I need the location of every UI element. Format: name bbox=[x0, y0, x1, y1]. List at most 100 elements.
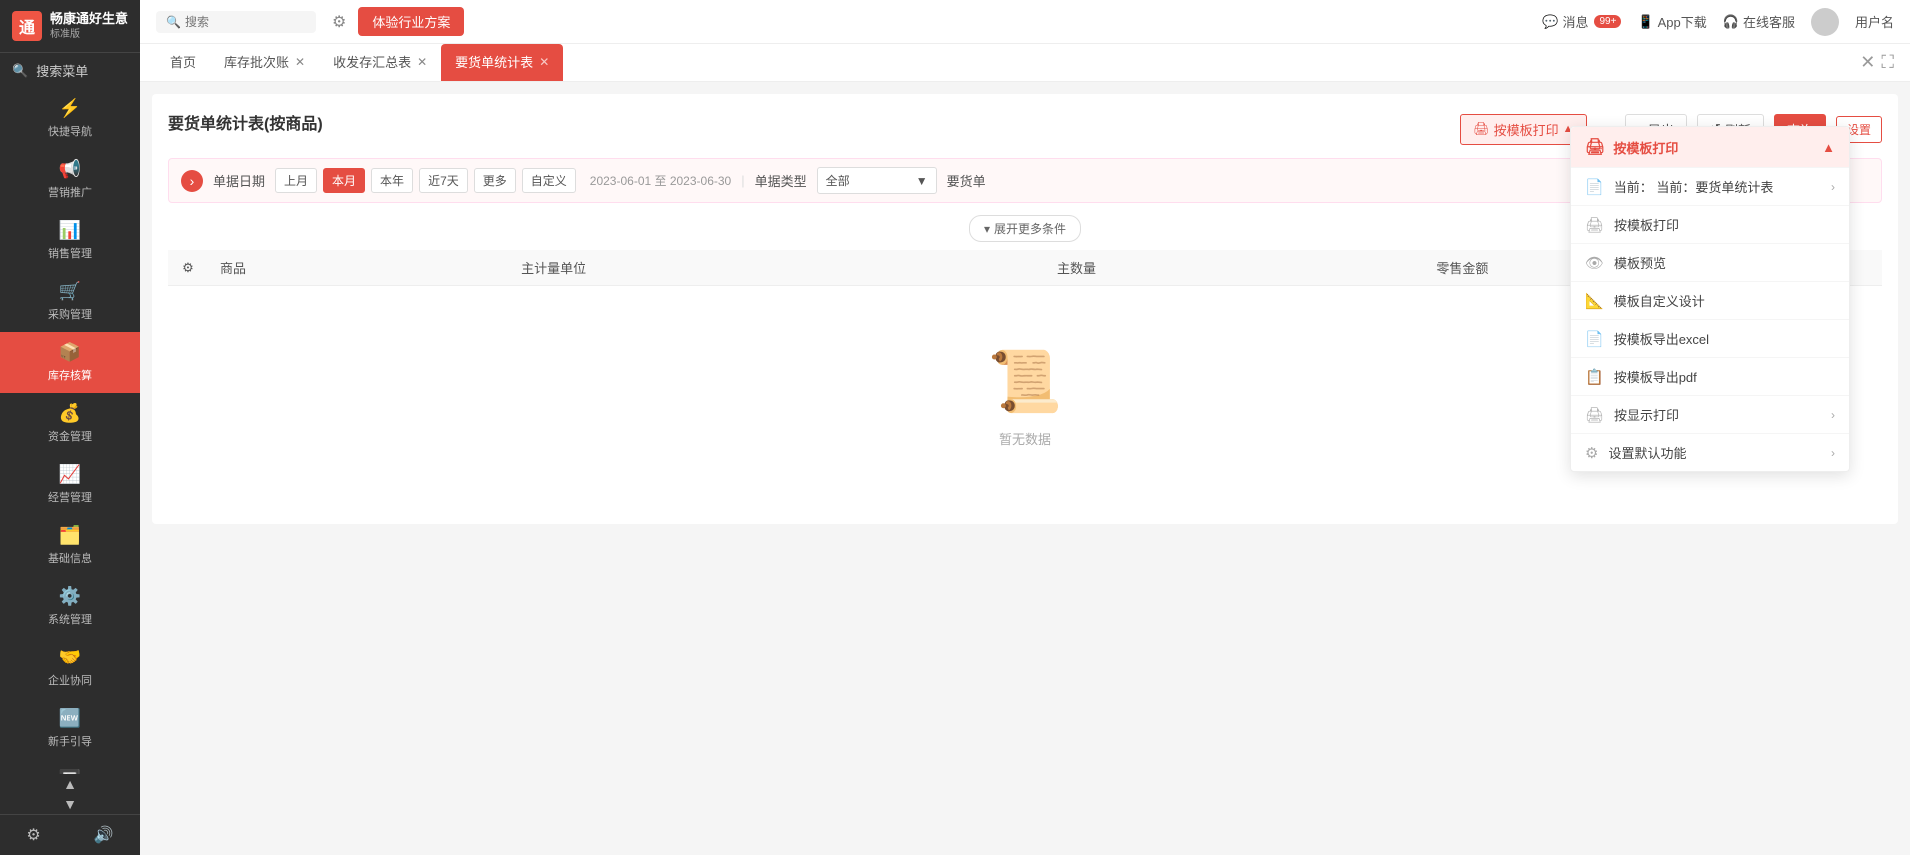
app-download-label: App下载 bbox=[1658, 12, 1707, 31]
topbar-center: ⚙ 体验行业方案 bbox=[316, 7, 1542, 36]
nav-icon-guide: 🆕 bbox=[59, 708, 81, 729]
order-label: 要货单 bbox=[947, 171, 986, 190]
tabs-container: 首页库存批次账✕收发存汇总表✕要货单统计表✕ bbox=[156, 44, 563, 81]
topbar-right: 💬 消息 99+ 📱 App下载 🎧 在线客服 用户名 bbox=[1542, 8, 1894, 36]
sidebar-item-system[interactable]: ⚙️系统管理 bbox=[0, 576, 140, 637]
sidebar-item-apps[interactable]: 🔲应用中心 bbox=[0, 759, 140, 774]
print-template-btn[interactable]: 🖨 按模板打印 ▲ bbox=[1460, 114, 1586, 145]
sidebar-item-basic[interactable]: 🗂️基础信息 bbox=[0, 515, 140, 576]
print-item-template-preview[interactable]: 👁 模板预览 bbox=[1571, 243, 1849, 281]
print-item-template-print[interactable]: 🖨 按模板打印 bbox=[1571, 205, 1849, 243]
icon-template-preview: 👁 bbox=[1585, 254, 1604, 272]
tabs-bar: 首页库存批次账✕收发存汇总表✕要货单统计表✕ ✕ ⛶ bbox=[140, 44, 1910, 82]
col-unit: 主计量单位 bbox=[509, 250, 1045, 286]
tab-close-collection-summary[interactable]: ✕ bbox=[417, 55, 427, 69]
experience-btn[interactable]: 体验行业方案 bbox=[358, 7, 464, 36]
sound-icon[interactable]: 🔊 bbox=[94, 825, 114, 845]
date-filter-label: 单据日期 bbox=[213, 171, 265, 190]
current-template-item[interactable]: 📄 当前： 当前：要货单统计表 › bbox=[1571, 167, 1849, 205]
expand-arrow2: › bbox=[1831, 446, 1835, 460]
date-btn-上月[interactable]: 上月 bbox=[275, 168, 317, 193]
sidebar-item-operation[interactable]: 📈经营管理 bbox=[0, 454, 140, 515]
nav-label-quick-nav: 快捷导航 bbox=[48, 123, 92, 139]
app-download-item[interactable]: 📱 App下载 bbox=[1637, 12, 1706, 31]
col-product: 商品 bbox=[208, 250, 509, 286]
print-dropdown-header[interactable]: 🖨 按模板打印 ▲ bbox=[1571, 127, 1849, 167]
tab-batch-account[interactable]: 库存批次账 ✕ bbox=[210, 44, 319, 81]
icon-template-print: 🖨 bbox=[1585, 216, 1604, 234]
label-template-print: 按模板打印 bbox=[1614, 215, 1679, 234]
sidebar-item-quick-nav[interactable]: ⚡ 快捷导航 bbox=[0, 88, 140, 149]
icon-export-excel: 📄 bbox=[1585, 330, 1604, 348]
message-badge: 99+ bbox=[1594, 15, 1621, 28]
label-template-design: 模板自定义设计 bbox=[1614, 291, 1705, 310]
sidebar-item-inventory[interactable]: 📦库存核算 bbox=[0, 332, 140, 393]
chevron-right-icon: › bbox=[1831, 180, 1835, 194]
current-value: 当前：要货单统计表 bbox=[1656, 180, 1773, 195]
sidebar-bottom: ⚙ 🔊 bbox=[0, 814, 140, 855]
nav-label-sales: 销售管理 bbox=[48, 245, 92, 261]
label-template-preview: 模板预览 bbox=[1614, 253, 1666, 272]
expand-more-btn[interactable]: ▾ 展开更多条件 bbox=[969, 215, 1081, 242]
nav-icon-purchase: 🛒 bbox=[59, 281, 81, 302]
tab-home[interactable]: 首页 bbox=[156, 44, 210, 81]
fullscreen-icon[interactable]: ⛶ bbox=[1881, 52, 1894, 73]
page-content: 要货单统计表(按商品) 🖨 按模板打印 ▲ ··· ↑ 导出 ↺ 刷新 bbox=[140, 82, 1910, 855]
date-btn-近7天[interactable]: 近7天 bbox=[419, 168, 468, 193]
icon-export-pdf: 📋 bbox=[1585, 368, 1604, 386]
nav-label-finance: 资金管理 bbox=[48, 428, 92, 444]
avatar[interactable] bbox=[1811, 8, 1839, 36]
search-icon: 🔍 bbox=[12, 63, 28, 79]
nav-icon-inventory: 📦 bbox=[59, 342, 81, 363]
tab-close-order-summary[interactable]: ✕ bbox=[539, 55, 549, 69]
default-setting-icon: ⚙ bbox=[1585, 444, 1598, 462]
display-print-item[interactable]: 🖨 按显示打印 › bbox=[1571, 395, 1849, 433]
tab-order-summary[interactable]: 要货单统计表 ✕ bbox=[441, 44, 563, 81]
current-prefix: 当前： bbox=[1614, 180, 1653, 195]
service-icon: 🎧 bbox=[1723, 14, 1739, 30]
message-item[interactable]: 💬 消息 99+ bbox=[1542, 12, 1621, 31]
date-btn-自定义[interactable]: 自定义 bbox=[522, 168, 576, 193]
print-dropdown-title: 按模板打印 bbox=[1613, 138, 1678, 157]
close-window-icon[interactable]: ✕ bbox=[1860, 52, 1875, 73]
sidebar-search[interactable]: 🔍 搜索菜单 bbox=[0, 53, 140, 88]
col-settings[interactable]: ⚙ bbox=[168, 250, 208, 286]
current-template-label: 当前： 当前：要货单统计表 bbox=[1614, 177, 1774, 196]
nav-icon-operation: 📈 bbox=[59, 464, 81, 485]
date-btn-更多[interactable]: 更多 bbox=[474, 168, 516, 193]
sidebar-item-purchase[interactable]: 🛒采购管理 bbox=[0, 271, 140, 332]
search-box[interactable]: 🔍 bbox=[156, 11, 316, 33]
search-input[interactable] bbox=[185, 15, 306, 29]
nav-icon-apps: 🔲 bbox=[59, 769, 81, 774]
print-item-export-pdf[interactable]: 📋按模板导出pdf bbox=[1571, 357, 1849, 395]
chevron-down-icon: ▼ bbox=[916, 174, 928, 188]
online-service-item[interactable]: 🎧 在线客服 bbox=[1723, 12, 1795, 31]
sidebar-item-sales[interactable]: 📊销售管理 bbox=[0, 210, 140, 271]
settings-icon[interactable]: ⚙ bbox=[26, 825, 40, 845]
tab-collection-summary[interactable]: 收发存汇总表✕ bbox=[319, 44, 441, 81]
date-btn-本年[interactable]: 本年 bbox=[371, 168, 413, 193]
chevron-up-icon: ▲ bbox=[1822, 140, 1835, 155]
scroll-up[interactable]: ▲ bbox=[61, 774, 79, 794]
default-setting-item[interactable]: ⚙ 设置默认功能 › bbox=[1571, 433, 1849, 471]
sidebar-item-marketing[interactable]: 📢营销推广 bbox=[0, 149, 140, 210]
print-item-export-excel[interactable]: 📄按模板导出excel bbox=[1571, 319, 1849, 357]
nav-label-system: 系统管理 bbox=[48, 611, 92, 627]
filter-toggle-btn[interactable]: › bbox=[181, 170, 203, 192]
tab-label-batch-account: 库存批次账 bbox=[224, 52, 289, 71]
sidebar-item-guide[interactable]: 🆕新手引导 bbox=[0, 698, 140, 759]
sidebar-item-enterprise[interactable]: 🤝企业协同 bbox=[0, 637, 140, 698]
type-filter-label: 单据类型 bbox=[755, 171, 807, 190]
brand-name: 畅康通好生意 bbox=[50, 10, 128, 28]
nav-icon-quick-nav: ⚡ bbox=[59, 98, 81, 119]
topbar-gear-icon[interactable]: ⚙ bbox=[332, 12, 346, 32]
sidebar-item-finance[interactable]: 💰资金管理 bbox=[0, 393, 140, 454]
date-btn-本月[interactable]: 本月 bbox=[323, 168, 365, 193]
type-select[interactable]: 全部 ▼ bbox=[817, 167, 937, 194]
print-item-template-design[interactable]: 📐模板自定义设计 bbox=[1571, 281, 1849, 319]
print-items-container: 🖨 按模板打印 👁 模板预览 📐模板自定义设计📄按模板导出excel📋按模板导出pdf bbox=[1571, 205, 1849, 395]
nav-label-enterprise: 企业协同 bbox=[48, 672, 92, 688]
tab-label-order-summary: 要货单统计表 bbox=[455, 52, 533, 71]
scroll-down[interactable]: ▼ bbox=[61, 794, 79, 814]
tab-close-batch-account[interactable]: ✕ bbox=[295, 55, 305, 69]
